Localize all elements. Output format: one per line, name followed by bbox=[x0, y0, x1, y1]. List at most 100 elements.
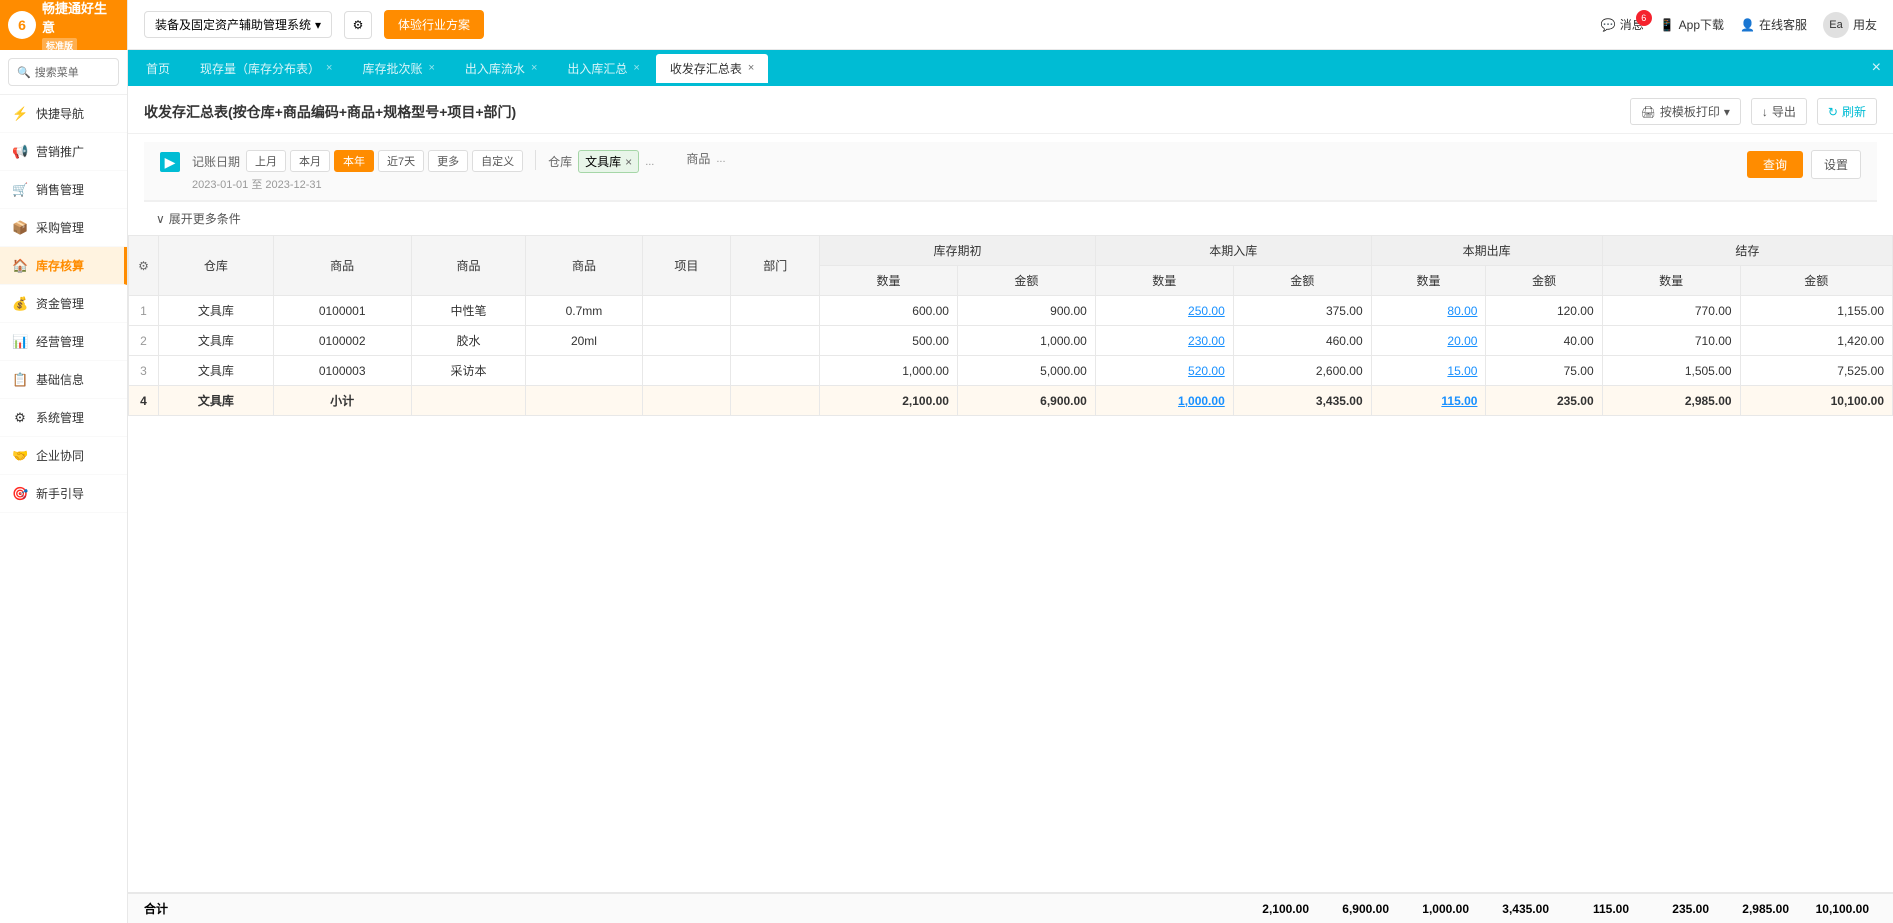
subtotal-spec bbox=[526, 386, 642, 416]
date-btn-last-month[interactable]: 上月 bbox=[246, 150, 286, 172]
th-outbound: 本期出库 bbox=[1371, 236, 1602, 266]
row-open-amt-3: 5,000.00 bbox=[957, 356, 1095, 386]
tab-close-in-out-summary[interactable]: × bbox=[633, 62, 639, 74]
tab-in-out-flow[interactable]: 出入库流水 × bbox=[451, 54, 551, 83]
row-spec-1: 0.7mm bbox=[526, 296, 642, 326]
tab-batch-ledger[interactable]: 库存批次账 × bbox=[348, 54, 448, 83]
tab-close-inventory-dist[interactable]: × bbox=[326, 62, 332, 74]
row-name-3: 采访本 bbox=[411, 356, 526, 386]
total-bal-qty: 2,985.00 bbox=[1717, 902, 1797, 916]
sidebar-item-inventory[interactable]: 🏠 库存核算 bbox=[0, 247, 127, 285]
app-download-button[interactable]: 📱 App下载 bbox=[1660, 16, 1724, 33]
row-index-2: 2 bbox=[129, 326, 159, 356]
warehouse-more-button[interactable]: ... bbox=[645, 156, 654, 168]
row-dept-3 bbox=[731, 356, 820, 386]
message-badge: 6 bbox=[1636, 10, 1652, 26]
online-service-button[interactable]: 👤 在线客服 bbox=[1740, 16, 1807, 33]
sidebar-item-purchase[interactable]: 📦 采购管理 bbox=[0, 209, 127, 247]
date-btn-this-year[interactable]: 本年 bbox=[334, 150, 374, 172]
sidebar-item-marketing[interactable]: 📢 营销推广 bbox=[0, 133, 127, 171]
enterprise-icon: 🤝 bbox=[12, 448, 28, 464]
row-in-qty-2[interactable]: 230.00 bbox=[1095, 326, 1233, 356]
expand-more-section: ∨ 展开更多条件 bbox=[144, 201, 1877, 235]
row-bal-amt-1: 1,155.00 bbox=[1740, 296, 1892, 326]
system-selector[interactable]: 装备及固定资产辅助管理系统 ▾ bbox=[144, 11, 332, 38]
date-btn-this-month[interactable]: 本月 bbox=[290, 150, 330, 172]
close-all-tabs-button[interactable]: × bbox=[1864, 59, 1889, 77]
date-btn-custom[interactable]: 自定义 bbox=[472, 150, 523, 172]
query-button[interactable]: 查询 bbox=[1747, 151, 1803, 178]
subtotal-in-qty[interactable]: 1,000.00 bbox=[1095, 386, 1233, 416]
subtotal-out-qty[interactable]: 115.00 bbox=[1371, 386, 1486, 416]
total-in-qty: 1,000.00 bbox=[1397, 902, 1477, 916]
th-bal-qty: 数量 bbox=[1602, 266, 1740, 296]
warehouse-tag-close[interactable]: × bbox=[625, 155, 632, 169]
tab-collect-summary[interactable]: 收发存汇总表 × bbox=[656, 54, 768, 83]
settings-gear-button[interactable]: ⚙ bbox=[344, 11, 372, 39]
sidebar-item-quicknav[interactable]: ⚡ 快捷导航 bbox=[0, 95, 127, 133]
sidebar-item-sales[interactable]: 🛒 销售管理 bbox=[0, 171, 127, 209]
basic-icon: 📋 bbox=[12, 372, 28, 388]
purchase-icon: 📦 bbox=[12, 220, 28, 236]
page-header: 收发存汇总表(按仓库+商品编码+商品+规格型号+项目+部门) 🖨 按模板打印 ▾… bbox=[128, 86, 1893, 134]
row-out-amt-1: 120.00 bbox=[1486, 296, 1602, 326]
sidebar-item-finance[interactable]: 💰 资金管理 bbox=[0, 285, 127, 323]
refresh-button[interactable]: ↻ 刷新 bbox=[1817, 98, 1877, 125]
th-name: 商品 bbox=[411, 236, 526, 296]
date-filter-label: 记账日期 bbox=[192, 153, 240, 170]
row-in-qty-3[interactable]: 520.00 bbox=[1095, 356, 1233, 386]
row-name-2: 胶水 bbox=[411, 326, 526, 356]
sidebar-item-enterprise[interactable]: 🤝 企业协同 bbox=[0, 437, 127, 475]
date-range-display: 2023-01-01 至 2023-12-31 bbox=[192, 176, 523, 192]
warehouse-filter-label: 仓库 bbox=[548, 153, 572, 170]
row-open-qty-1: 600.00 bbox=[820, 296, 958, 326]
tab-home[interactable]: 首页 bbox=[132, 54, 184, 83]
row-out-qty-3[interactable]: 15.00 bbox=[1371, 356, 1486, 386]
row-in-qty-1[interactable]: 250.00 bbox=[1095, 296, 1233, 326]
table-gear-icon[interactable]: ⚙ bbox=[138, 259, 149, 273]
th-warehouse: 仓库 bbox=[159, 236, 274, 296]
th-spec: 商品 bbox=[526, 236, 642, 296]
print-button[interactable]: 🖨 按模板打印 ▾ bbox=[1630, 98, 1741, 125]
sidebar-item-basic[interactable]: 📋 基础信息 bbox=[0, 361, 127, 399]
row-warehouse-3: 文具库 bbox=[159, 356, 274, 386]
service-icon: 👤 bbox=[1740, 18, 1755, 32]
tab-close-batch-ledger[interactable]: × bbox=[428, 62, 434, 74]
date-btn-more[interactable]: 更多 bbox=[428, 150, 468, 172]
th-code: 商品 bbox=[273, 236, 411, 296]
row-in-amt-3: 2,600.00 bbox=[1233, 356, 1371, 386]
sidebar-item-operations[interactable]: 📊 经营管理 bbox=[0, 323, 127, 361]
sidebar-search-area: 🔍 搜索菜单 bbox=[0, 50, 127, 95]
table-row: 3 文具库 0100003 采访本 1,000.00 5,000.00 520.… bbox=[129, 356, 1893, 386]
gear-icon: ⚙ bbox=[353, 18, 364, 32]
system-icon: ⚙ bbox=[12, 410, 28, 426]
subtotal-dept bbox=[731, 386, 820, 416]
row-out-qty-1[interactable]: 80.00 bbox=[1371, 296, 1486, 326]
operations-icon: 📊 bbox=[12, 334, 28, 350]
search-menu-button[interactable]: 🔍 搜索菜单 bbox=[8, 58, 119, 86]
table-settings-header: ⚙ bbox=[129, 236, 159, 296]
filter-settings-button[interactable]: 设置 bbox=[1811, 150, 1861, 179]
sidebar-item-guide[interactable]: 🎯 新手引导 bbox=[0, 475, 127, 513]
trial-button[interactable]: 体验行业方案 bbox=[384, 10, 484, 39]
filter-expand-arrow[interactable]: ▶ bbox=[160, 152, 180, 172]
tab-inventory-dist[interactable]: 现存量（库存分布表） × bbox=[186, 54, 346, 83]
tab-in-out-summary[interactable]: 出入库汇总 × bbox=[553, 54, 653, 83]
sidebar-item-system[interactable]: ⚙ 系统管理 bbox=[0, 399, 127, 437]
expand-more-button[interactable]: ∨ 展开更多条件 bbox=[148, 206, 1873, 231]
total-open-amt: 6,900.00 bbox=[1317, 902, 1397, 916]
print-chevron-icon: ▾ bbox=[1724, 105, 1730, 119]
date-btn-7days[interactable]: 近7天 bbox=[378, 150, 424, 172]
row-code-3: 0100003 bbox=[273, 356, 411, 386]
row-out-qty-2[interactable]: 20.00 bbox=[1371, 326, 1486, 356]
row-project-2 bbox=[642, 326, 731, 356]
message-button[interactable]: 💬 消息 6 bbox=[1601, 16, 1644, 33]
tab-close-in-out-flow[interactable]: × bbox=[531, 62, 537, 74]
subtotal-warehouse: 文具库 bbox=[159, 386, 274, 416]
row-index-1: 1 bbox=[129, 296, 159, 326]
row-bal-amt-3: 7,525.00 bbox=[1740, 356, 1892, 386]
export-button[interactable]: ↓ 导出 bbox=[1751, 98, 1807, 125]
tab-close-collect-summary[interactable]: × bbox=[748, 62, 754, 74]
goods-more-button[interactable]: ... bbox=[716, 153, 725, 165]
user-menu-button[interactable]: Ea 用友 bbox=[1823, 12, 1877, 38]
